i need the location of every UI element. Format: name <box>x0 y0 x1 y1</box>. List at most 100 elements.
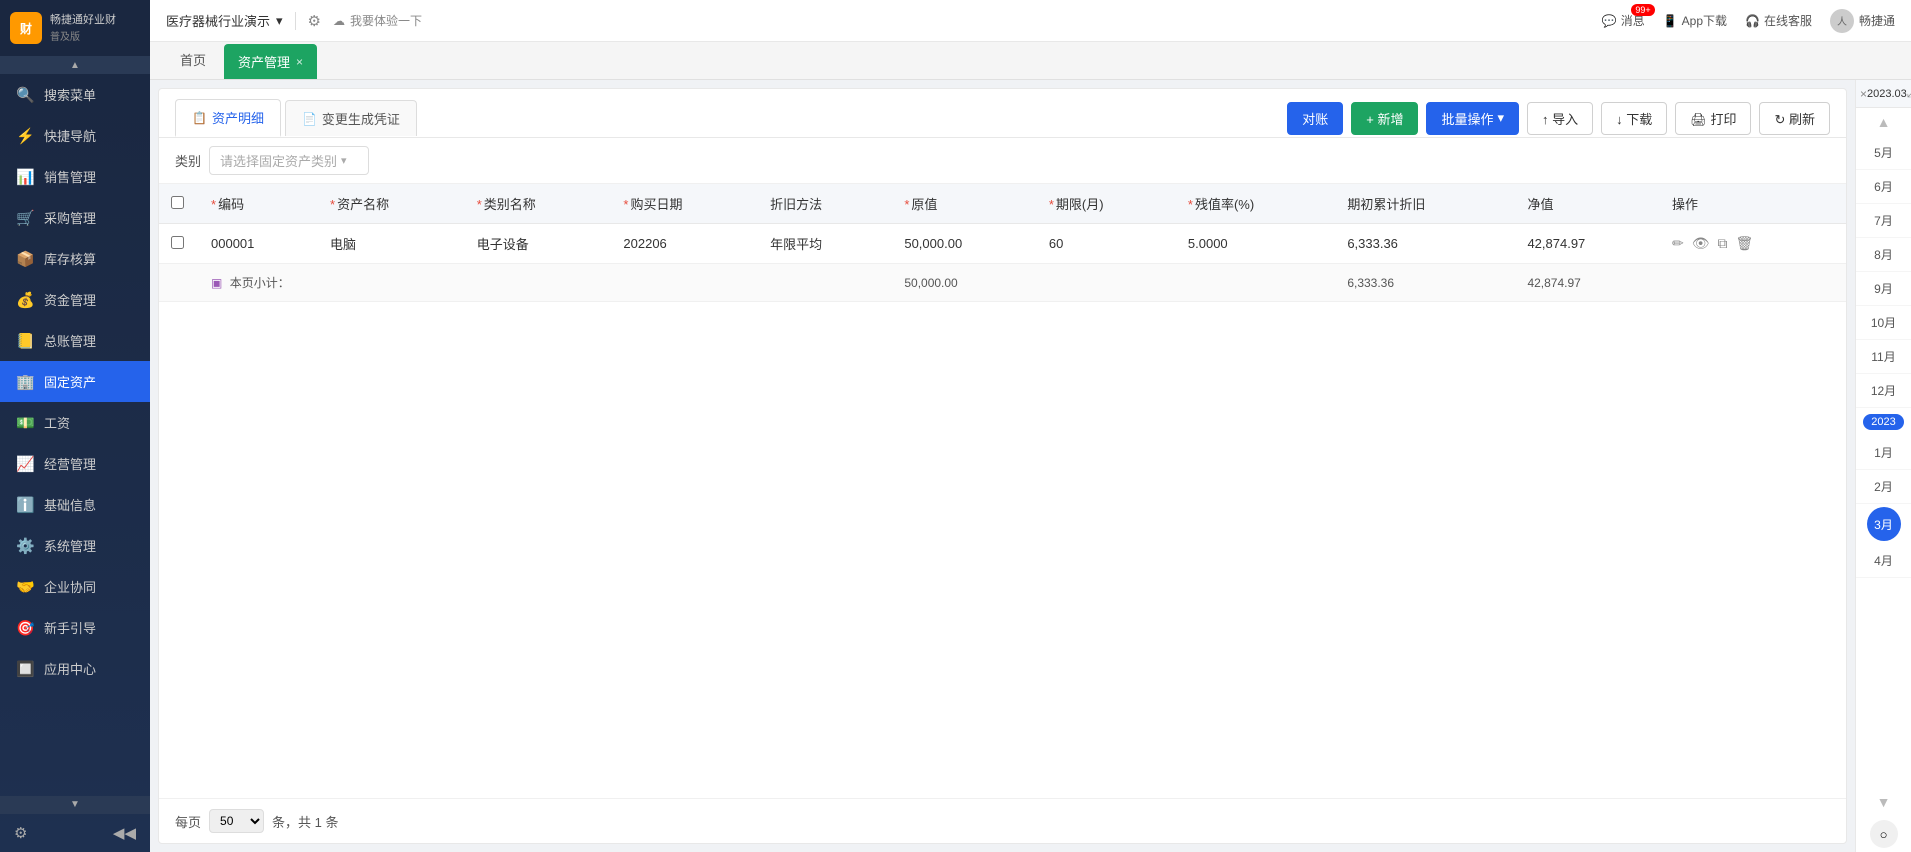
dropdown-icon: ▾ <box>276 13 283 29</box>
per-page-select[interactable]: 50 100 <box>209 809 264 833</box>
sidebar-item-inventory[interactable]: 📦 库存核算 <box>0 238 150 279</box>
messages-button[interactable]: 💬 消息 99+ <box>1602 12 1645 29</box>
year-badge-2023[interactable]: 2023 <box>1863 414 1903 430</box>
app-download-button[interactable]: 📱 App下载 <box>1663 12 1727 29</box>
cell-action: ✏ 👁 ⧉ 🗑 <box>1660 224 1846 264</box>
month-3-current[interactable]: 3月 <box>1867 507 1901 541</box>
company-selector[interactable]: 医疗器械行业演示 ▾ <box>166 11 283 30</box>
category-select[interactable]: 请选择固定资产类别 ▾ <box>209 146 369 175</box>
sidebar-item-ledger[interactable]: 📒 总账管理 <box>0 320 150 361</box>
month-2[interactable]: 2月 <box>1856 470 1911 504</box>
experience-link[interactable]: ☁ 我要体验一下 <box>333 12 422 29</box>
pagination: 每页 50 100 条，共 1 条 <box>159 798 1846 843</box>
delete-icon[interactable]: 🗑 <box>1735 235 1753 252</box>
purchase-icon: 🛒 <box>16 209 34 227</box>
row-checkbox-cell <box>159 224 199 264</box>
sidebar-item-sales[interactable]: 📊 销售管理 <box>0 156 150 197</box>
sidebar-item-label: 工资 <box>44 413 70 432</box>
view-icon[interactable]: 👁 <box>1692 235 1710 252</box>
app-name: 畅捷通好业财 <box>50 13 116 27</box>
reconcile-button[interactable]: 对账 <box>1287 102 1343 135</box>
calendar-up-arrow[interactable]: ▲ <box>1877 114 1891 130</box>
sidebar-item-finance[interactable]: 💰 资金管理 <box>0 279 150 320</box>
sidebar-item-label: 经营管理 <box>44 454 96 473</box>
tab-home[interactable]: 首页 <box>166 42 220 79</box>
month-9[interactable]: 9月 <box>1856 272 1911 306</box>
collapse-icon[interactable]: ◀◀ <box>113 824 136 842</box>
calendar-bottom-action[interactable]: ○ <box>1870 820 1898 848</box>
download-button[interactable]: ↓ 下载 <box>1601 102 1667 135</box>
sidebar-item-label: 应用中心 <box>44 659 96 678</box>
sidebar-item-collab[interactable]: 🤝 企业协同 <box>0 566 150 607</box>
th-purchase-date: *购买日期 <box>611 184 758 224</box>
sidebar-item-search[interactable]: 🔍 搜索菜单 <box>0 74 150 115</box>
collab-icon: 🤝 <box>16 578 34 596</box>
month-11[interactable]: 11月 <box>1856 340 1911 374</box>
print-button[interactable]: 🖨 打印 <box>1675 102 1751 135</box>
online-service-button[interactable]: 🎧 在线客服 <box>1745 12 1812 29</box>
user-menu[interactable]: 人 畅捷通 <box>1830 9 1895 33</box>
sidebar-item-purchase[interactable]: 🛒 采购管理 <box>0 197 150 238</box>
sidebar-bottom: ⚙ ◀◀ <box>0 813 150 852</box>
new-button[interactable]: + 新增 <box>1351 102 1418 135</box>
month-7[interactable]: 7月 <box>1856 204 1911 238</box>
sidebar-item-fixed-assets[interactable]: 🏢 固定资产 <box>0 361 150 402</box>
sidebar-item-label: 系统管理 <box>44 536 96 555</box>
sales-icon: 📊 <box>16 168 34 186</box>
subtotal-empty-1 <box>159 264 199 302</box>
month-1[interactable]: 1月 <box>1856 436 1911 470</box>
month-5[interactable]: 5月 <box>1856 136 1911 170</box>
service-icon: 🎧 <box>1745 14 1760 28</box>
sidebar-item-system[interactable]: ⚙️ 系统管理 <box>0 525 150 566</box>
tab-asset-detail[interactable]: 📋 资产明细 <box>175 99 281 137</box>
tabbar: 首页 资产管理 × <box>150 42 1911 80</box>
settings-icon[interactable]: ⚙ <box>14 824 27 842</box>
sidebar-logo: 财 畅捷通好业财 普及版 <box>0 0 150 57</box>
copy-icon[interactable]: ⧉ <box>1717 235 1727 252</box>
sidebar-item-nav[interactable]: ⚡ 快捷导航 <box>0 115 150 156</box>
month-10[interactable]: 10月 <box>1856 306 1911 340</box>
asset-table: *编码 *资产名称 *类别名称 *购买日期 折旧方法 *原值 *期限(月) *残… <box>159 184 1846 302</box>
content-area: 📋 资产明细 📄 变更生成凭证 对账 + 新增 批量操作 ▾ ↑ <box>150 80 1911 852</box>
subtab-label: 变更生成凭证 <box>322 109 400 128</box>
payroll-icon: 💵 <box>16 414 34 432</box>
tab-asset-management[interactable]: 资产管理 × <box>224 44 317 79</box>
cell-purchase-date: 202206 <box>611 224 758 264</box>
tab-close-icon[interactable]: × <box>296 55 303 69</box>
batch-label: 批量操作 <box>1441 109 1493 128</box>
action-icons: ✏ 👁 ⧉ 🗑 <box>1672 235 1834 252</box>
username: 畅捷通 <box>1859 12 1895 29</box>
edit-icon[interactable]: ✏ <box>1672 235 1684 252</box>
app-center-icon: 🔲 <box>16 660 34 678</box>
th-net-value: 净值 <box>1515 184 1660 224</box>
calendar-expand-icon[interactable]: ⤢ <box>1907 86 1911 101</box>
sidebar-scroll-up[interactable]: ▲ <box>0 57 150 74</box>
avatar: 人 <box>1830 9 1854 33</box>
tab-change-voucher[interactable]: 📄 变更生成凭证 <box>285 100 417 136</box>
sidebar-item-app-center[interactable]: 🔲 应用中心 <box>0 648 150 689</box>
row-checkbox[interactable] <box>171 236 184 249</box>
import-button[interactable]: ↑ 导入 <box>1527 102 1593 135</box>
sidebar-scroll-down[interactable]: ▼ <box>0 796 150 813</box>
month-8[interactable]: 8月 <box>1856 238 1911 272</box>
gear-icon[interactable]: ⚙ <box>308 12 321 30</box>
refresh-button[interactable]: ↻ 刷新 <box>1759 102 1830 135</box>
calendar-down-arrow[interactable]: ▼ <box>1877 794 1891 810</box>
sidebar-item-operations[interactable]: 📈 经营管理 <box>0 443 150 484</box>
sidebar-item-guide[interactable]: 🎯 新手引导 <box>0 607 150 648</box>
calendar-close-icon[interactable]: × <box>1860 87 1867 101</box>
select-all-checkbox[interactable] <box>171 196 184 209</box>
th-residual-rate: *残值率(%) <box>1176 184 1335 224</box>
sidebar-item-label: 资金管理 <box>44 290 96 309</box>
month-4[interactable]: 4月 <box>1856 544 1911 578</box>
sidebar-item-basic-info[interactable]: ℹ️ 基础信息 <box>0 484 150 525</box>
info-icon: ℹ️ <box>16 496 34 514</box>
flash-icon: ⚡ <box>16 127 34 145</box>
change-voucher-icon: 📄 <box>302 112 317 126</box>
month-6[interactable]: 6月 <box>1856 170 1911 204</box>
month-12[interactable]: 12月 <box>1856 374 1911 408</box>
table-header-row: *编码 *资产名称 *类别名称 *购买日期 折旧方法 *原值 *期限(月) *残… <box>159 184 1846 224</box>
batch-button[interactable]: 批量操作 ▾ <box>1426 102 1519 135</box>
sidebar-item-payroll[interactable]: 💵 工资 <box>0 402 150 443</box>
refresh-label: 刷新 <box>1789 112 1815 127</box>
